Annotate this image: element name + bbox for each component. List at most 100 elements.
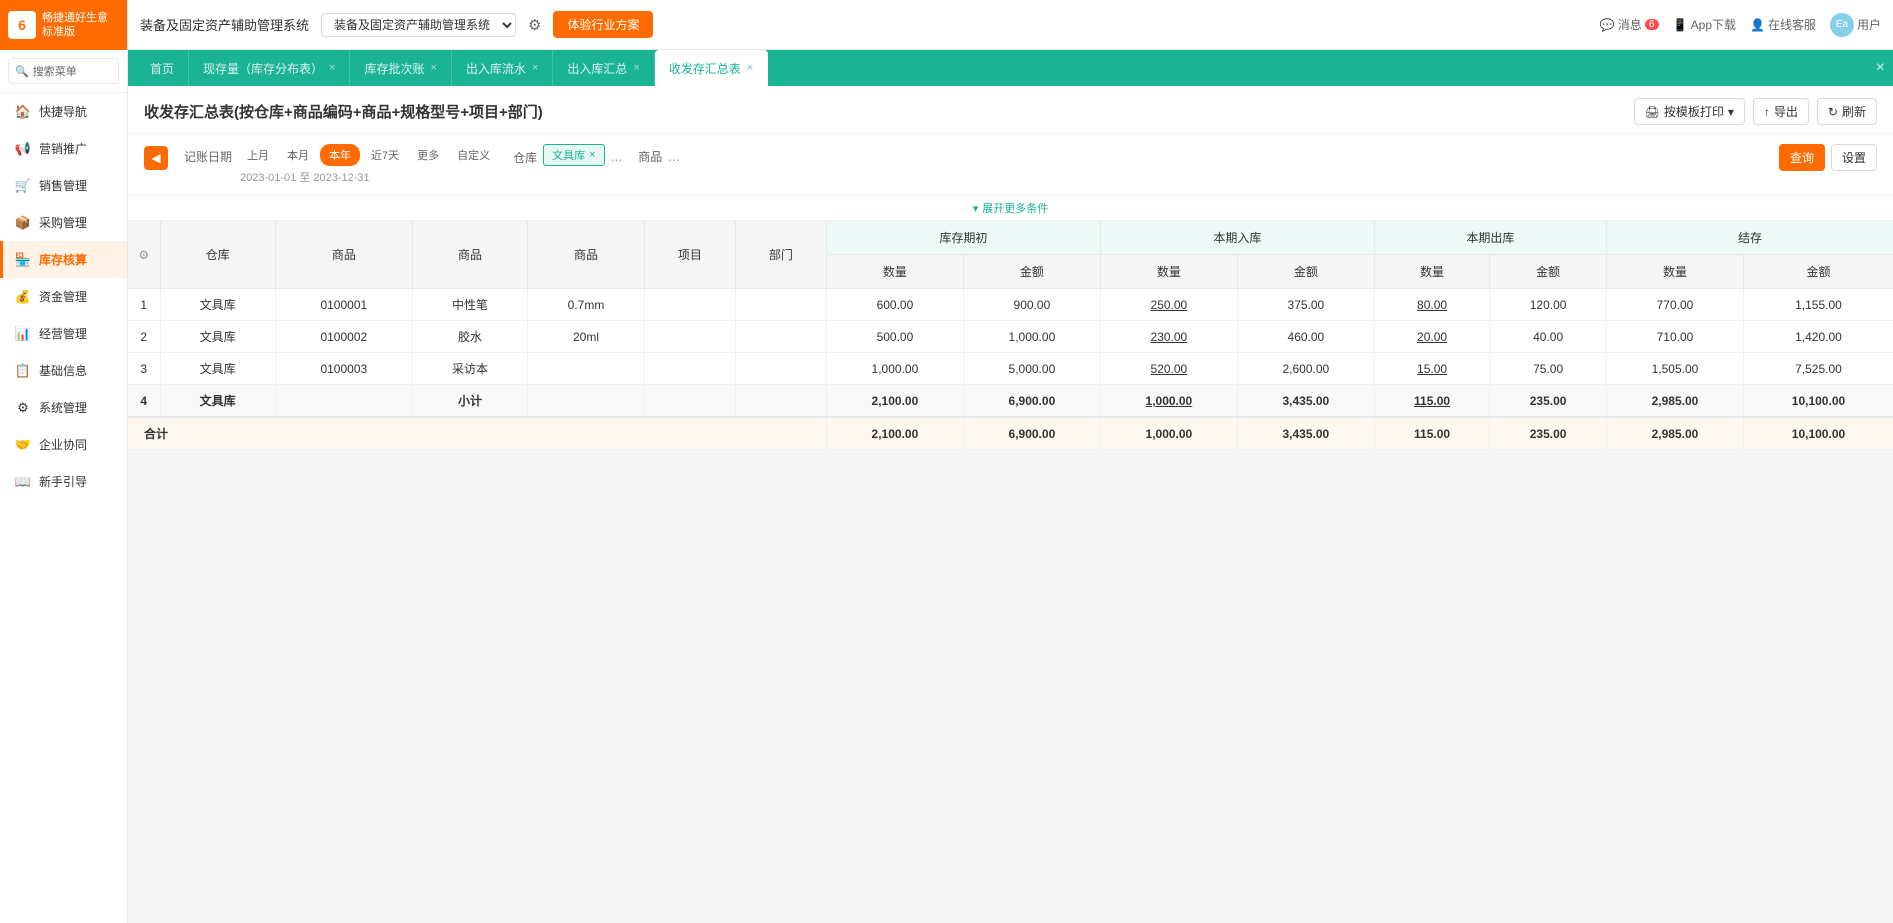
row-inbound-qty[interactable]: 250.00 — [1100, 289, 1237, 321]
col-header-inbound-amt: 金额 — [1237, 255, 1374, 289]
row-goods-code: 0100003 — [275, 353, 412, 385]
refresh-icon: ↻ — [1828, 105, 1838, 119]
sidebar-item-enterprise[interactable]: 🤝 企业协同 — [0, 426, 127, 463]
row-warehouse: 文具库 — [160, 321, 275, 353]
search-icon: 🔍 — [15, 65, 29, 78]
col-header-opening-qty: 数量 — [826, 255, 963, 289]
row-outbound-qty[interactable]: 20.00 — [1374, 321, 1489, 353]
date-more[interactable]: 更多 — [410, 144, 446, 166]
sidebar-item-inventory[interactable]: 🏪 库存核算 — [0, 241, 127, 278]
messages-button[interactable]: 💬 消息 6 — [1600, 16, 1659, 33]
goods-ellipsis[interactable]: ... — [668, 148, 680, 164]
tab-home[interactable]: 首页 — [136, 50, 189, 86]
col-header-project: 项目 — [644, 221, 735, 289]
tab-close-recv-send[interactable]: × — [747, 62, 753, 74]
row-inbound-qty[interactable]: 230.00 — [1100, 321, 1237, 353]
date-custom[interactable]: 自定义 — [450, 144, 497, 166]
sidebar-item-sales[interactable]: 🛒 销售管理 — [0, 167, 127, 204]
warehouse-ellipsis[interactable]: ... — [611, 148, 623, 164]
page-title: 收发存汇总表(按仓库+商品编码+商品+规格型号+项目+部门) — [144, 101, 543, 122]
total-opening-qty: 2,100.00 — [826, 417, 963, 450]
row-index: 2 — [128, 321, 160, 353]
app-download-button[interactable]: 📱 App下载 — [1673, 16, 1736, 33]
tab-inout-summary[interactable]: 出入库汇总 × — [553, 50, 654, 86]
sidebar-item-basic-info[interactable]: 📋 基础信息 — [0, 352, 127, 389]
topbar: 装备及固定资产辅助管理系统 装备及固定资产辅助管理系统 ⚙ 体验行业方案 💬 消… — [128, 0, 1893, 50]
sidebar-search-section: 🔍 搜索菜单 — [0, 50, 127, 93]
export-icon: ↑ — [1764, 105, 1770, 119]
marketing-icon: 📢 — [15, 141, 31, 157]
row-department — [735, 385, 826, 418]
page-content: 收发存汇总表(按仓库+商品编码+商品+规格型号+项目+部门) 🖨 按模板打印 ▾… — [128, 86, 1893, 923]
sidebar-item-marketing[interactable]: 📢 营销推广 — [0, 130, 127, 167]
date-this-year[interactable]: 本年 — [320, 144, 360, 166]
tabbar-close-all[interactable]: × — [1876, 59, 1885, 77]
row-warehouse: 文具库 — [160, 385, 275, 418]
sidebar-nav: 🏠 快捷导航 📢 营销推广 🛒 销售管理 📦 采购管理 🏪 库存核算 💰 资金管… — [0, 93, 127, 923]
quick-nav-icon: 🏠 — [15, 104, 31, 120]
tab-batch[interactable]: 库存批次账 × — [350, 50, 451, 86]
sidebar-item-finance[interactable]: 💰 资金管理 — [0, 278, 127, 315]
row-inbound-qty[interactable]: 520.00 — [1100, 353, 1237, 385]
row-inbound-amt: 460.00 — [1237, 321, 1374, 353]
export-button[interactable]: ↑ 导出 — [1753, 98, 1809, 125]
trial-button[interactable]: 体验行业方案 — [553, 11, 653, 38]
user-area[interactable]: Ea 用户 — [1830, 13, 1881, 37]
row-outbound-amt: 120.00 — [1490, 289, 1607, 321]
refresh-button[interactable]: ↻ 刷新 — [1817, 98, 1877, 125]
query-button[interactable]: 查询 — [1779, 144, 1825, 171]
search-menu-button[interactable]: 🔍 搜索菜单 — [8, 58, 119, 84]
sidebar-item-operations[interactable]: 📊 经营管理 — [0, 315, 127, 352]
date-last-month[interactable]: 上月 — [240, 144, 276, 166]
tab-close-inout-flow[interactable]: × — [532, 62, 538, 74]
topbar-right: 💬 消息 6 📱 App下载 👤 在线客服 Ea 用户 — [1600, 13, 1881, 37]
goods-label: 商品 — [638, 148, 662, 165]
total-inbound-amt: 3,435.00 — [1237, 417, 1374, 450]
row-closing-qty: 770.00 — [1606, 289, 1743, 321]
col-header-goods-spec: 商品 — [528, 221, 645, 289]
tab-close-batch[interactable]: × — [430, 62, 436, 74]
row-outbound-qty[interactable]: 115.00 — [1374, 385, 1489, 418]
settings-button[interactable]: 设置 — [1831, 144, 1877, 171]
sidebar-item-purchase[interactable]: 📦 采购管理 — [0, 204, 127, 241]
date-label: 记账日期 — [184, 148, 232, 165]
row-project — [644, 289, 735, 321]
date-options-group: 上月 本月 本年 近7天 更多 自定义 2023-01-01 至 2023-12… — [240, 144, 497, 185]
filter-bar: ◀ 记账日期 上月 本月 本年 近7天 更多 自定义 2023-01-01 — [128, 134, 1893, 196]
total-inbound-qty: 1,000.00 — [1100, 417, 1237, 450]
filter-goods-section: 商品 ... — [638, 144, 680, 165]
date-this-month[interactable]: 本月 — [280, 144, 316, 166]
table-column-settings-icon[interactable]: ⚙ — [138, 248, 149, 262]
row-closing-amt: 1,155.00 — [1743, 289, 1893, 321]
tab-inventory-dist[interactable]: 现存量（库存分布表） × — [189, 50, 350, 86]
sidebar-item-quick-nav[interactable]: 🏠 快捷导航 — [0, 93, 127, 130]
row-opening-amt: 5,000.00 — [963, 353, 1100, 385]
total-label: 合计 — [128, 417, 826, 450]
tab-recv-send-summary[interactable]: 收发存汇总表 × — [655, 50, 768, 86]
sidebar-item-guide[interactable]: 📖 新手引导 — [0, 463, 127, 500]
row-outbound-amt: 40.00 — [1490, 321, 1607, 353]
total-closing-amt: 10,100.00 — [1743, 417, 1893, 450]
row-outbound-amt: 75.00 — [1490, 353, 1607, 385]
col-header-closing-amt: 金额 — [1743, 255, 1893, 289]
row-outbound-qty[interactable]: 15.00 — [1374, 353, 1489, 385]
sidebar-item-system[interactable]: ⚙ 系统管理 — [0, 389, 127, 426]
col-header-goods-name: 商品 — [412, 221, 527, 289]
row-outbound-qty[interactable]: 80.00 — [1374, 289, 1489, 321]
print-button[interactable]: 🖨 按模板打印 ▾ — [1634, 98, 1745, 125]
row-inbound-amt: 375.00 — [1237, 289, 1374, 321]
date-7days[interactable]: 近7天 — [364, 144, 406, 166]
tab-inout-flow[interactable]: 出入库流水 × — [452, 50, 553, 86]
row-department — [735, 289, 826, 321]
settings-icon[interactable]: ⚙ — [528, 16, 541, 34]
basic-info-icon: 📋 — [15, 363, 31, 379]
tab-close-inout-summary[interactable]: × — [633, 62, 639, 74]
tab-close-inventory-dist[interactable]: × — [329, 62, 335, 74]
filter-date-group: 记账日期 上月 本月 本年 近7天 更多 自定义 2023-01-01 至 20… — [184, 144, 497, 185]
warehouse-tag-close[interactable]: × — [589, 149, 595, 161]
row-inbound-qty[interactable]: 1,000.00 — [1100, 385, 1237, 418]
online-service-button[interactable]: 👤 在线客服 — [1750, 16, 1816, 33]
system-select[interactable]: 装备及固定资产辅助管理系统 — [321, 13, 516, 37]
filter-toggle-button[interactable]: ◀ — [144, 146, 168, 170]
expand-more-button[interactable]: ▾ 展开更多条件 — [973, 200, 1049, 216]
